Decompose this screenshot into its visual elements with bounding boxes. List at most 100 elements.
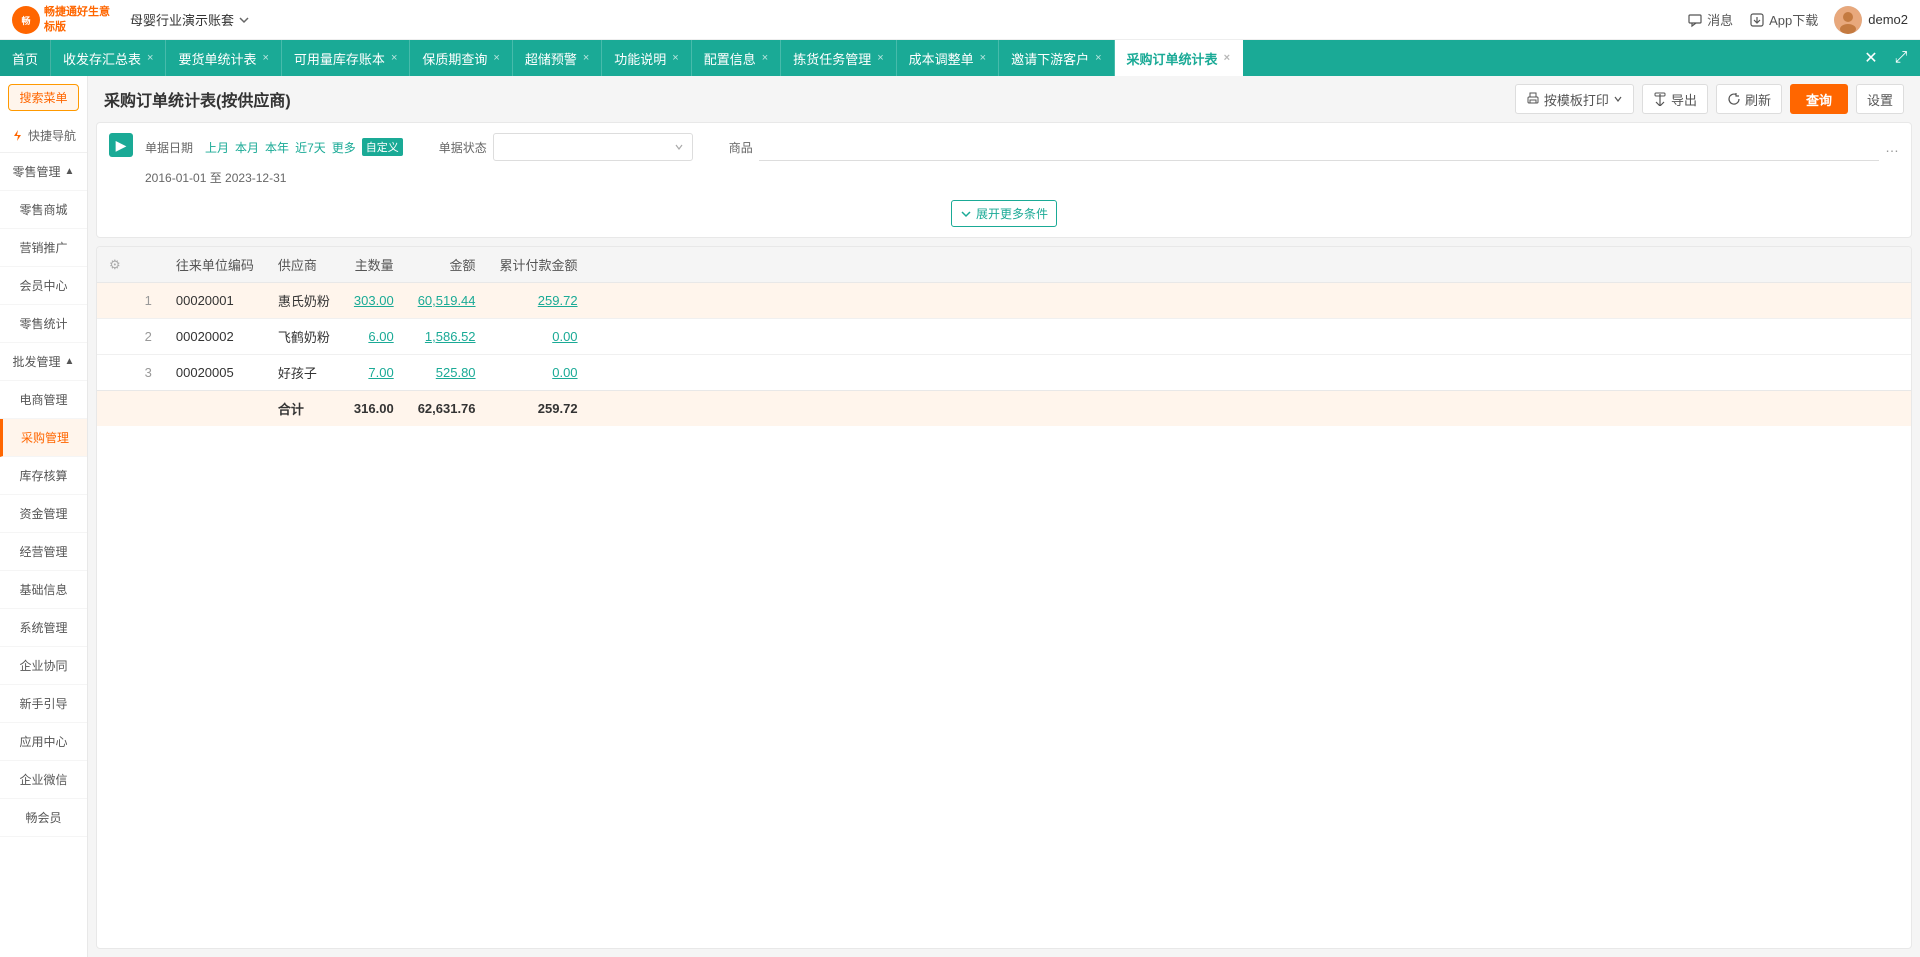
row1-amount[interactable]: 60,519.44 bbox=[406, 283, 488, 319]
expand-row: 展开更多条件 bbox=[109, 194, 1899, 227]
refresh-icon bbox=[1727, 92, 1741, 106]
app-download-button[interactable]: App下载 bbox=[1749, 10, 1818, 29]
sidebar-item-sys-mgmt[interactable]: 系统管理 bbox=[0, 609, 87, 647]
sidebar: 搜索菜单 快捷导航 零售管理 ▲ 零售商城 营销推广 会员中心 零售统计 批发管… bbox=[0, 76, 88, 957]
print-button[interactable]: 按模板打印 bbox=[1515, 84, 1634, 114]
tab-home[interactable]: 首页 bbox=[0, 40, 51, 76]
maximize-button[interactable]: ⤢ bbox=[1890, 47, 1912, 69]
sidebar-item-purchase-mgmt[interactable]: 采购管理 bbox=[0, 419, 87, 457]
tab-stock-summary[interactable]: 收发存汇总表 × bbox=[51, 40, 166, 76]
status-select[interactable] bbox=[493, 133, 693, 161]
row2-extra bbox=[590, 319, 1911, 355]
row3-paid[interactable]: 0.00 bbox=[488, 355, 590, 391]
table-row: 2 00020002 飞鹤奶粉 6.00 1,586.52 0.00 bbox=[97, 319, 1911, 355]
status-filter: 单据状态 bbox=[439, 133, 693, 161]
tab-order-stat[interactable]: 要货单统计表 × bbox=[166, 40, 281, 76]
shortcut-last-month[interactable]: 上月 bbox=[205, 139, 229, 156]
sidebar-item-basic-info[interactable]: 基础信息 bbox=[0, 571, 87, 609]
tab-config[interactable]: 配置信息 × bbox=[692, 40, 781, 76]
amount-col-header: 金额 bbox=[406, 247, 488, 283]
download-icon bbox=[1749, 12, 1765, 28]
sidebar-item-ops-mgmt[interactable]: 经营管理 bbox=[0, 533, 87, 571]
expand-arrow-icon-2: ▲ bbox=[65, 356, 75, 367]
sidebar-item-marketing[interactable]: 营销推广 bbox=[0, 229, 87, 267]
company-selector[interactable]: 母婴行业演示账套 bbox=[130, 10, 250, 29]
sidebar-item-ecommerce[interactable]: 电商管理 bbox=[0, 381, 87, 419]
row1-paid[interactable]: 259.72 bbox=[488, 283, 590, 319]
gear-col-header[interactable]: ⚙ bbox=[97, 247, 133, 283]
row2-unit-code: 00020002 bbox=[164, 319, 266, 355]
settings-button[interactable]: 设置 bbox=[1856, 84, 1904, 114]
tab-cost-adj[interactable]: 成本调整单 × bbox=[897, 40, 999, 76]
expand-more-button[interactable]: 展开更多条件 bbox=[951, 200, 1057, 227]
chevron-down-icon-print bbox=[1613, 94, 1623, 104]
row2-amount[interactable]: 1,586.52 bbox=[406, 319, 488, 355]
tab-pick-task[interactable]: 拣货任务管理 × bbox=[781, 40, 896, 76]
close-tab-purchase-stat[interactable]: × bbox=[1224, 52, 1230, 64]
sidebar-item-enterprise-wechat[interactable]: 企业微信 bbox=[0, 761, 87, 799]
tab-expiry[interactable]: 保质期查询 × bbox=[410, 40, 512, 76]
shortcut-more[interactable]: 更多 bbox=[332, 139, 356, 156]
row2-qty[interactable]: 6.00 bbox=[342, 319, 406, 355]
shortcut-7days[interactable]: 近7天 bbox=[295, 139, 326, 156]
query-button[interactable]: 查询 bbox=[1790, 84, 1848, 114]
row1-qty[interactable]: 303.00 bbox=[342, 283, 406, 319]
sidebar-item-stock-verify[interactable]: 库存核算 bbox=[0, 457, 87, 495]
shortcut-this-month[interactable]: 本月 bbox=[235, 139, 259, 156]
user-area[interactable]: demo2 bbox=[1834, 6, 1908, 34]
search-menu-button[interactable]: 搜索菜单 bbox=[8, 84, 79, 111]
close-tab-cost-adj[interactable]: × bbox=[980, 52, 986, 64]
tab-purchase-stat[interactable]: 采购订单统计表 × bbox=[1115, 40, 1243, 76]
print-icon bbox=[1526, 92, 1540, 106]
close-tab-invite[interactable]: × bbox=[1095, 52, 1101, 64]
row3-extra bbox=[590, 355, 1911, 391]
footer-idx bbox=[133, 391, 164, 427]
sidebar-item-wholesale-mgmt[interactable]: 批发管理 ▲ bbox=[0, 343, 87, 381]
close-all-tabs-button[interactable]: ✕ bbox=[1860, 47, 1882, 69]
close-tab-pick-task[interactable]: × bbox=[877, 52, 883, 64]
tab-func-desc[interactable]: 功能说明 × bbox=[602, 40, 691, 76]
tab-invite[interactable]: 邀请下游客户 × bbox=[999, 40, 1114, 76]
goods-label: 商品 bbox=[729, 139, 753, 156]
export-icon bbox=[1653, 92, 1667, 106]
logo-text: 畅捷通好生意 标版 bbox=[44, 5, 110, 34]
refresh-button[interactable]: 刷新 bbox=[1716, 84, 1782, 114]
row3-amount[interactable]: 525.80 bbox=[406, 355, 488, 391]
sidebar-item-finance-mgmt[interactable]: 资金管理 bbox=[0, 495, 87, 533]
close-tab-available-stock[interactable]: × bbox=[391, 52, 397, 64]
sidebar-item-retail-mgmt[interactable]: 零售管理 ▲ bbox=[0, 153, 87, 191]
table-header: ⚙ 往来单位编码 供应商 主数量 金额 累计付款金额 bbox=[97, 247, 1911, 283]
row2-paid[interactable]: 0.00 bbox=[488, 319, 590, 355]
close-tab-stock-summary[interactable]: × bbox=[147, 52, 153, 64]
sidebar-item-retail-stat[interactable]: 零售统计 bbox=[0, 305, 87, 343]
sidebar-item-app-center[interactable]: 应用中心 bbox=[0, 723, 87, 761]
message-button[interactable]: 消息 bbox=[1687, 10, 1733, 29]
close-tab-overstock[interactable]: × bbox=[583, 52, 589, 64]
sidebar-item-retail-mall[interactable]: 零售商城 bbox=[0, 191, 87, 229]
table-container: ⚙ 往来单位编码 供应商 主数量 金额 累计付款金额 1 00020001 bbox=[96, 246, 1912, 949]
goods-input-area[interactable] bbox=[759, 133, 1879, 161]
close-tab-func-desc[interactable]: × bbox=[672, 52, 678, 64]
sidebar-item-enterprise-collab[interactable]: 企业协同 bbox=[0, 647, 87, 685]
sidebar-item-member-plus[interactable]: 畅会员 bbox=[0, 799, 87, 837]
filter-toggle-button[interactable]: ▶ bbox=[109, 133, 133, 157]
date-label: 单据日期 bbox=[145, 139, 193, 156]
footer-total-label: 合计 bbox=[266, 391, 342, 427]
export-button[interactable]: 导出 bbox=[1642, 84, 1708, 114]
quick-nav-button[interactable]: 快捷导航 bbox=[0, 119, 87, 153]
row3-qty[interactable]: 7.00 bbox=[342, 355, 406, 391]
tab-overstock[interactable]: 超储预警 × bbox=[513, 40, 602, 76]
nav-tabs: 首页 收发存汇总表 × 要货单统计表 × 可用量库存账本 × 保质期查询 × 超… bbox=[0, 40, 1920, 76]
shortcut-this-year[interactable]: 本年 bbox=[265, 139, 289, 156]
close-tab-config[interactable]: × bbox=[762, 52, 768, 64]
tab-available-stock[interactable]: 可用量库存账本 × bbox=[282, 40, 410, 76]
close-tab-expiry[interactable]: × bbox=[493, 52, 499, 64]
more-filters-icon[interactable]: … bbox=[1885, 139, 1899, 155]
sidebar-item-member-center[interactable]: 会员中心 bbox=[0, 267, 87, 305]
nav-tabs-end: ✕ ⤢ bbox=[1860, 47, 1920, 69]
footer-extra bbox=[590, 391, 1911, 427]
close-tab-order-stat[interactable]: × bbox=[262, 52, 268, 64]
row3-supplier: 好孩子 bbox=[266, 355, 342, 391]
table-footer: 合计 316.00 62,631.76 259.72 bbox=[97, 391, 1911, 427]
sidebar-item-new-guide[interactable]: 新手引导 bbox=[0, 685, 87, 723]
